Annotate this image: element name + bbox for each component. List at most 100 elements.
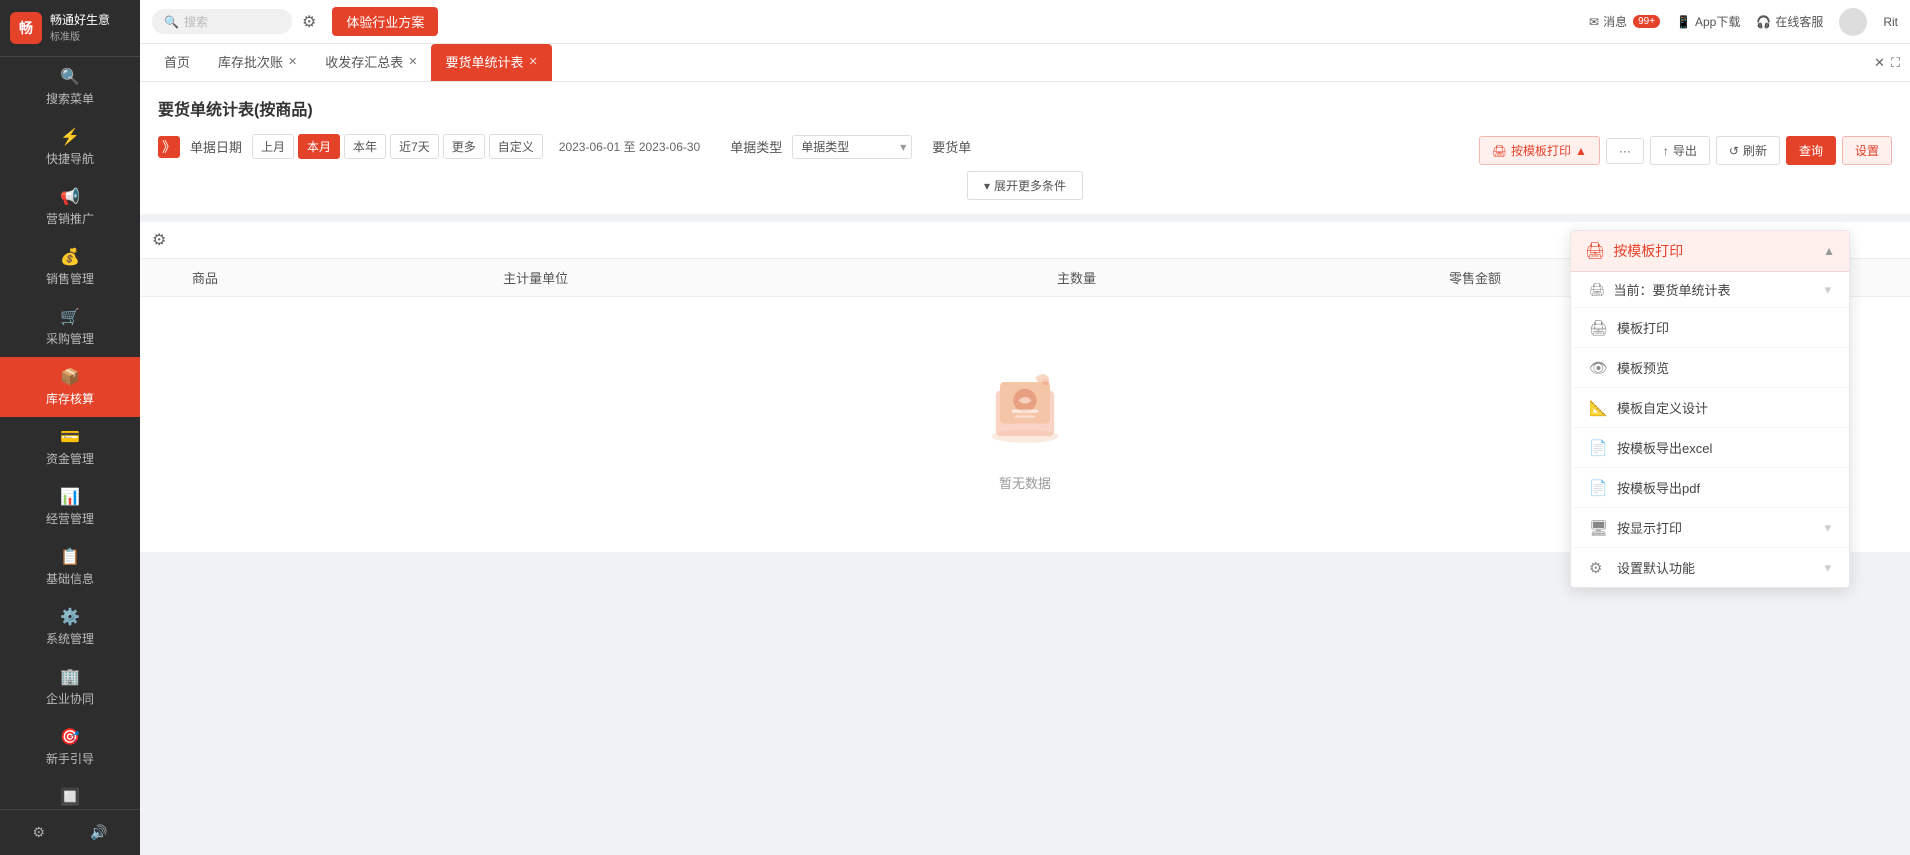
marketing-icon: 📢 <box>60 187 80 207</box>
dropdown-item-template-preview[interactable]: 👁 模板预览 <box>1571 348 1849 388</box>
doc-type-label: 单据类型 <box>730 137 782 156</box>
settings-btn[interactable]: 设置 <box>1842 136 1892 165</box>
expand-more-icon: ▾ <box>984 179 990 193</box>
app-download-btn[interactable]: 📱 App下载 <box>1676 13 1740 30</box>
print-template-btn[interactable]: 🖨 按模板打印 ▲ <box>1479 136 1600 165</box>
tab-close-order-stats[interactable]: ✕ <box>529 55 538 68</box>
sidebar-nav: 🔍 搜索菜单 ⚡ 快捷导航 📢 营销推广 💰 销售管理 🛒 采购管理 📦 库存核… <box>0 57 140 809</box>
sidebar-item-system[interactable]: ⚙️ 系统管理 <box>0 597 140 657</box>
sidebar-item-purchase[interactable]: 🛒 采购管理 <box>0 297 140 357</box>
settings-footer-icon[interactable]: ⚙ <box>29 820 50 845</box>
topbar-right: ✉ 消息 99+ 📱 App下载 🎧 在线客服 Rit <box>1589 8 1898 36</box>
dropdown-item-display-print[interactable]: 🖥 按显示打印 ▾ <box>1571 508 1849 548</box>
sidebar-item-quick[interactable]: ⚡ 快捷导航 <box>0 117 140 177</box>
topbar-search[interactable]: 🔍 搜索 <box>152 9 292 34</box>
col-checkbox <box>140 259 180 297</box>
topbar-settings-icon[interactable]: ⚙ <box>302 12 316 32</box>
refresh-icon: ↺ <box>1729 144 1739 158</box>
doc-type-select[interactable]: 单据类型 <box>792 135 912 159</box>
sidebar-item-guide[interactable]: 🎯 新手引导 <box>0 717 140 777</box>
tab-order-stats[interactable]: 要货单统计表 ✕ <box>431 44 551 81</box>
more-btn[interactable]: ··· <box>1606 138 1644 164</box>
dropdown-item-export-excel[interactable]: 📄 按模板导出excel <box>1571 428 1849 468</box>
dropdown-print-icon: 🖨 <box>1585 241 1605 261</box>
refresh-btn[interactable]: ↺ 刷新 <box>1716 136 1780 165</box>
export-excel-icon: 📄 <box>1589 439 1607 457</box>
sales-icon: 💰 <box>60 247 80 267</box>
template-print-icon: 🖨 <box>1589 319 1607 337</box>
app-download-icon: 📱 <box>1676 15 1691 29</box>
expand-more-btn[interactable]: ▾ 展开更多条件 <box>967 171 1083 200</box>
expand-filter-btn[interactable]: 》 <box>158 136 180 158</box>
sidebar-item-label: 采购管理 <box>46 330 94 347</box>
date-btn-prev[interactable]: 上月 <box>252 134 294 159</box>
tab-inventory-batch[interactable]: 库存批次账 ✕ <box>204 44 311 81</box>
trial-btn[interactable]: 体验行业方案 <box>332 7 438 36</box>
sidebar-item-label: 系统管理 <box>46 630 94 647</box>
display-print-icon: 🖥 <box>1589 519 1607 537</box>
tab-close-receipt-summary[interactable]: ✕ <box>408 55 417 68</box>
display-print-arrow: ▾ <box>1824 520 1831 536</box>
expand-tabs-icon[interactable]: ⛶ <box>1891 55 1900 71</box>
close-tab-icon[interactable]: ✕ <box>1874 55 1885 71</box>
chevron-up-icon: ▲ <box>1575 144 1587 158</box>
message-icon: ✉ <box>1589 15 1599 29</box>
sidebar-item-basic[interactable]: 📋 基础信息 <box>0 537 140 597</box>
sidebar-item-apps[interactable]: 🔲 应用中心 <box>0 777 140 809</box>
brand-name: 畅通好生意 <box>50 13 110 29</box>
tab-receipt-summary[interactable]: 收发存汇总表 ✕ <box>311 44 431 81</box>
sidebar-item-enterprise[interactable]: 🏢 企业协同 <box>0 657 140 717</box>
table-gear-icon[interactable]: ⚙ <box>152 230 166 250</box>
dropdown-current-item[interactable]: 🖨 当前：要货单统计表 ▾ <box>1571 272 1849 308</box>
default-func-icon: ⚙ <box>1589 559 1607 577</box>
audio-footer-icon[interactable]: 🔊 <box>86 820 111 845</box>
col-product: 商品 <box>180 259 491 297</box>
dropdown-item-template-print[interactable]: 🖨 模板打印 <box>1571 308 1849 348</box>
doc-type-select-wrapper: 单据类型 <box>792 135 912 159</box>
sidebar-item-search[interactable]: 🔍 搜索菜单 <box>0 57 140 117</box>
enterprise-icon: 🏢 <box>60 667 80 687</box>
col-quantity: 主数量 <box>1045 259 1437 297</box>
template-preview-icon: 👁 <box>1589 359 1607 377</box>
apps-icon: 🔲 <box>60 787 80 807</box>
date-btn-recent7[interactable]: 近7天 <box>390 134 439 159</box>
export-btn[interactable]: ↑ 导出 <box>1650 136 1710 165</box>
date-btn-current[interactable]: 本月 <box>298 134 340 159</box>
tab-home[interactable]: 首页 <box>150 44 204 81</box>
user-avatar[interactable] <box>1839 8 1867 36</box>
sidebar-item-label: 新手引导 <box>46 750 94 767</box>
sidebar-item-label: 基础信息 <box>46 570 94 587</box>
dropdown-item-export-pdf[interactable]: 📄 按模板导出pdf <box>1571 468 1849 508</box>
dropdown-item-default-func[interactable]: ⚙ 设置默认功能 ▾ <box>1571 548 1849 587</box>
date-filter-label: 单据日期 <box>190 137 242 156</box>
dropdown-header: 🖨 按模板打印 ▲ <box>1571 231 1849 272</box>
sidebar-item-operation[interactable]: 📊 经营管理 <box>0 477 140 537</box>
search-placeholder-text: 搜索 <box>184 13 208 30</box>
guide-icon: 🎯 <box>60 727 80 747</box>
message-btn[interactable]: ✉ 消息 99+ <box>1589 13 1660 30</box>
col-unit: 主计量单位 <box>491 259 1045 297</box>
sidebar-item-sales[interactable]: 💰 销售管理 <box>0 237 140 297</box>
action-btns: 🖨 按模板打印 ▲ ··· ↑ 导出 ↺ 刷新 查询 <box>1479 134 1892 165</box>
dropdown-item-template-design[interactable]: 📐 模板自定义设计 <box>1571 388 1849 428</box>
sidebar-item-inventory[interactable]: 📦 库存核算 <box>0 357 140 417</box>
query-btn[interactable]: 查询 <box>1786 136 1836 165</box>
online-service-btn[interactable]: 🎧 在线客服 <box>1756 13 1823 30</box>
date-range-display: 2023-06-01 至 2023-06-30 <box>559 138 700 155</box>
purchase-icon: 🛒 <box>60 307 80 327</box>
sidebar-item-marketing[interactable]: 📢 营销推广 <box>0 177 140 237</box>
sidebar-header: 畅 畅通好生意 标准版 <box>0 0 140 57</box>
date-btn-year[interactable]: 本年 <box>344 134 386 159</box>
message-badge: 99+ <box>1633 15 1660 28</box>
finance-icon: 💳 <box>60 427 80 447</box>
sidebar-item-label: 快捷导航 <box>46 150 94 167</box>
dropdown-collapse-icon[interactable]: ▲ <box>1823 244 1835 258</box>
dropdown-title: 按模板打印 <box>1613 241 1683 261</box>
search-icon: 🔍 <box>60 67 80 87</box>
tab-close-inventory-batch[interactable]: ✕ <box>288 55 297 68</box>
user-name: Rit <box>1883 15 1898 29</box>
date-btn-custom[interactable]: 自定义 <box>489 134 543 159</box>
sidebar-item-finance[interactable]: 💳 资金管理 <box>0 417 140 477</box>
export-pdf-icon: 📄 <box>1589 479 1607 497</box>
date-btn-more[interactable]: 更多 <box>443 134 485 159</box>
